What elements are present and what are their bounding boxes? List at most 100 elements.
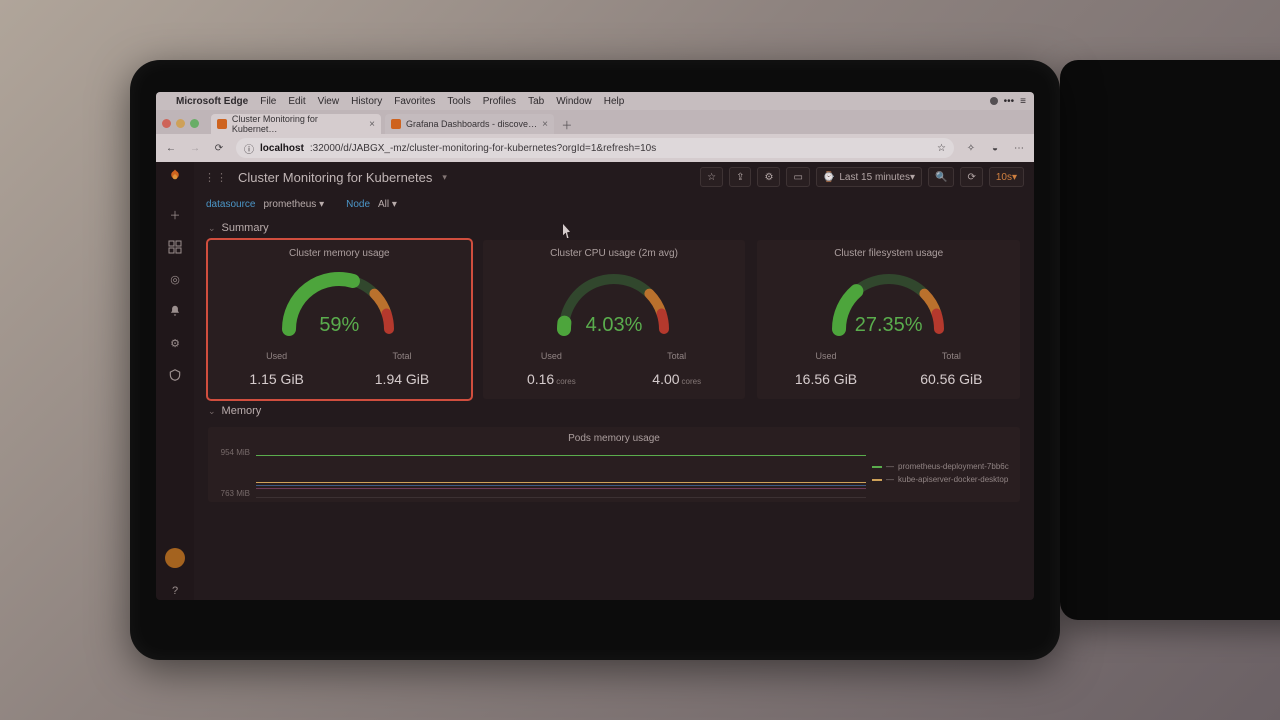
stat-value: 16.56 GiB [763,371,888,387]
settings-button[interactable]: ⚙ [757,167,780,187]
stat-label: Used [214,351,339,361]
share-dashboard-button[interactable]: ⇪ [729,167,751,187]
url-input[interactable]: ⓘ localhost :32000/d/JABGX_-mz/cluster-mo… [236,138,954,158]
dashboard-grip-icon[interactable]: ⋮⋮ [204,171,228,184]
series-line [256,482,866,483]
stat-label: Total [339,351,464,361]
stat-value: 0.16cores [489,371,614,387]
dashboard-variables: datasource prometheus ▾ Node All ▾ [194,192,1034,216]
legend-item[interactable]: — kube-apiserver-docker-desktop [872,475,1012,484]
refresh-now-button[interactable]: ⟳ [960,167,982,187]
series-line [256,488,866,489]
var-node-picker[interactable]: All ▾ [378,199,397,210]
zoom-out-button[interactable]: 🔍 [928,167,954,187]
menu-profiles[interactable]: Profiles [483,96,516,107]
tab-title: Cluster Monitoring for Kubernet… [232,114,364,134]
legend-label: prometheus-deployment-7bb6c [898,462,1009,471]
sidebar-user-avatar[interactable] [165,548,185,568]
legend-item[interactable]: — prometheus-deployment-7bb6c [872,462,1012,471]
row-summary-header[interactable]: ⌄ Summary [194,216,1034,240]
menu-edit[interactable]: Edit [288,96,305,107]
sidebar-dashboards-icon[interactable] [166,238,184,256]
chart-plot-area[interactable] [256,448,866,498]
menu-file[interactable]: File [260,96,276,107]
dashboard-title[interactable]: Cluster Monitoring for Kubernetes [238,170,432,185]
reader-icon[interactable]: ☆ [937,143,946,154]
screen: Microsoft Edge File Edit View History Fa… [156,92,1034,600]
star-dashboard-button[interactable]: ☆ [700,167,723,187]
back-button[interactable]: ← [164,143,178,154]
menubar-status-icon[interactable] [990,97,998,105]
stat-label: Used [763,351,888,361]
sidebar-create-icon[interactable]: ＋ [166,206,184,224]
stat-total: Total 1.94 GiB [339,345,464,395]
panel-cluster-cpu-usage-2m-avg-[interactable]: Cluster CPU usage (2m avg) 4.03% Used 0.… [483,240,746,399]
monitor-bezel: Microsoft Edge File Edit View History Fa… [130,60,1060,660]
panel-pods-memory[interactable]: Pods memory usage 954 MiB 763 MiB — prom… [208,427,1020,502]
url-host: localhost [260,143,304,154]
browser-tab-inactive[interactable]: Grafana Dashboards - discove… × [385,114,554,134]
gauge: 27.35% [814,263,964,343]
window-close-button[interactable] [162,119,171,128]
browser-menu-button[interactable]: ⋯ [1012,143,1026,154]
menu-favorites[interactable]: Favorites [394,96,435,107]
gauge: 4.03% [539,263,689,343]
menu-tab[interactable]: Tab [528,96,544,107]
tv-mode-button[interactable]: ▭ [786,167,809,187]
gauge-value: 4.03% [539,314,689,337]
window-minimize-button[interactable] [176,119,185,128]
sidebar-config-icon[interactable]: ⚙ [166,334,184,352]
menubar-more-icon[interactable]: ••• [1004,96,1015,107]
sidebar-explore-icon[interactable]: ◎ [166,270,184,288]
macos-menubar: Microsoft Edge File Edit View History Fa… [156,92,1034,110]
panel-title: Cluster memory usage [289,248,390,259]
panel-cluster-filesystem-usage[interactable]: Cluster filesystem usage 27.35% Used 16.… [757,240,1020,399]
row-memory-header[interactable]: ⌄ Memory [194,399,1034,423]
menu-tools[interactable]: Tools [447,96,470,107]
refresh-button[interactable]: ⟳ [212,143,226,154]
url-path: :32000/d/JABGX_-mz/cluster-monitoring-fo… [310,143,656,154]
new-tab-button[interactable]: ＋ [558,116,576,134]
stat-total: Total 4.00cores [614,345,739,395]
menubar-hamburger-icon[interactable]: ≡ [1020,96,1026,107]
stat-value: 60.56 GiB [889,371,1014,387]
window-zoom-button[interactable] [190,119,199,128]
series-line [256,485,866,486]
sidebar-admin-icon[interactable] [166,366,184,384]
menu-view[interactable]: View [318,96,340,107]
favorites-button[interactable]: ✧ [964,143,978,154]
grafana-favicon-icon [217,119,227,129]
grafana-logo-icon[interactable] [156,162,194,192]
profile-button[interactable]: ◒ [988,143,1002,154]
tab-title: Grafana Dashboards - discove… [406,119,537,129]
gauge-value: 59% [264,314,414,337]
refresh-interval-label: 10s [996,172,1012,183]
dashboard-title-dropdown-icon[interactable]: ▾ [442,172,447,183]
menubar-app-name[interactable]: Microsoft Edge [176,96,248,107]
forward-button[interactable]: → [188,143,202,154]
chevron-down-icon: ⌄ [208,406,216,417]
refresh-interval-picker[interactable]: 10s ▾ [989,167,1024,187]
time-range-picker[interactable]: ⌚ Last 15 minutes ▾ [816,167,922,187]
summary-panels: Cluster memory usage 59% Used 1.15 GiB T… [194,240,1034,399]
sidebar-alerting-icon[interactable] [166,302,184,320]
legend-swatch [872,479,882,481]
menu-history[interactable]: History [351,96,382,107]
stat-label: Used [489,351,614,361]
sidebar-help-icon[interactable]: ? [166,582,184,600]
grafana-sidebar: ＋ ◎ ⚙ ? [156,162,194,600]
legend-label: kube-apiserver-docker-desktop [898,475,1008,484]
gauge: 59% [264,263,414,343]
site-info-icon[interactable]: ⓘ [244,141,254,156]
panel-cluster-memory-usage[interactable]: Cluster memory usage 59% Used 1.15 GiB T… [208,240,471,399]
browser-tab-active[interactable]: Cluster Monitoring for Kubernet… × [211,114,381,134]
menu-help[interactable]: Help [604,96,625,107]
y-tick: 763 MiB [216,489,250,498]
chart-y-axis: 954 MiB 763 MiB [216,448,250,498]
panel-title: Pods memory usage [216,433,1012,444]
tab-close-icon[interactable]: × [542,119,548,130]
menu-window[interactable]: Window [556,96,592,107]
tab-close-icon[interactable]: × [369,119,375,130]
stat-value: 1.15 GiB [214,371,339,387]
var-datasource-picker[interactable]: prometheus ▾ [263,199,324,210]
